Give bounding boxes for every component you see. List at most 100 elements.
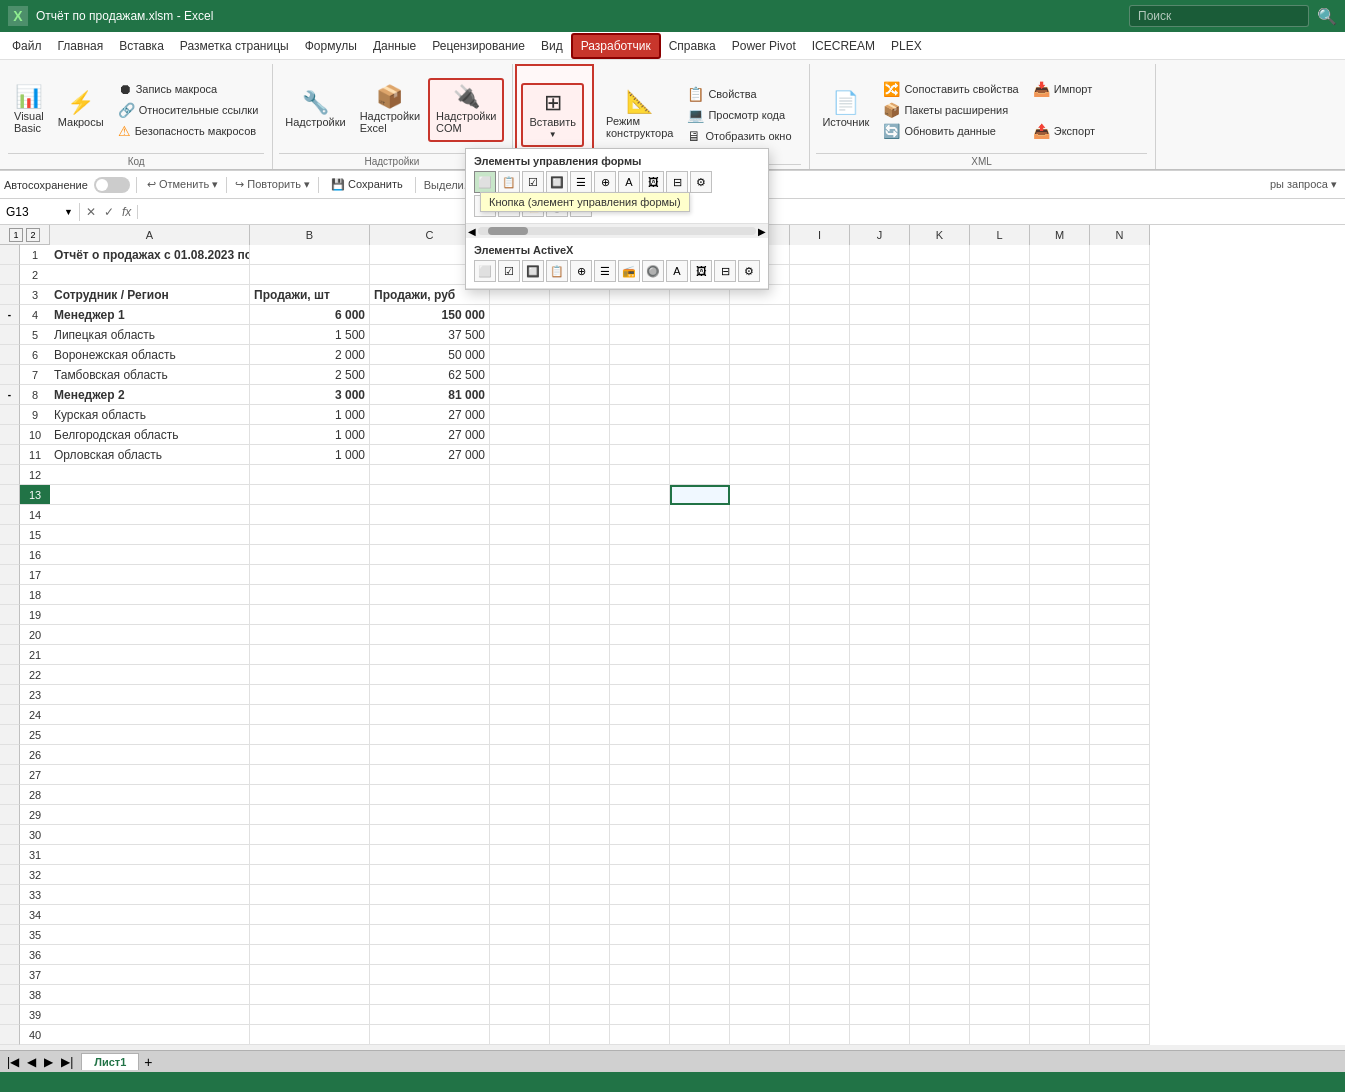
outline-marker-25[interactable] bbox=[0, 725, 20, 745]
scroll-right-btn[interactable]: ▶ bbox=[758, 226, 766, 237]
cell-C13[interactable] bbox=[370, 485, 490, 505]
cell-G34[interactable] bbox=[670, 905, 730, 925]
cell-N29[interactable] bbox=[1090, 805, 1150, 825]
cell-C6[interactable]: 50 000 bbox=[370, 345, 490, 365]
row-num-18[interactable]: 18 bbox=[20, 585, 50, 605]
cell-N6[interactable] bbox=[1090, 345, 1150, 365]
cell-H7[interactable] bbox=[730, 365, 790, 385]
cell-L25[interactable] bbox=[970, 725, 1030, 745]
cell-A40[interactable] bbox=[50, 1025, 250, 1045]
row-num-1[interactable]: 1 bbox=[20, 245, 50, 265]
cell-A15[interactable] bbox=[50, 525, 250, 545]
cell-K35[interactable] bbox=[910, 925, 970, 945]
activex-4[interactable]: 📋 bbox=[546, 260, 568, 282]
cell-K19[interactable] bbox=[910, 605, 970, 625]
cell-K15[interactable] bbox=[910, 525, 970, 545]
cell-K38[interactable] bbox=[910, 985, 970, 1005]
cell-B5[interactable]: 1 500 bbox=[250, 325, 370, 345]
row-num-12[interactable]: 12 bbox=[20, 465, 50, 485]
outline-marker-27[interactable] bbox=[0, 765, 20, 785]
cell-B18[interactable] bbox=[250, 585, 370, 605]
view-code-button[interactable]: 💻 Просмотр кода bbox=[681, 105, 801, 125]
col-header-l[interactable]: L bbox=[970, 225, 1030, 245]
cell-K12[interactable] bbox=[910, 465, 970, 485]
outline-marker-11[interactable] bbox=[0, 445, 20, 465]
cell-A3[interactable]: Сотрудник / Регион bbox=[50, 285, 250, 305]
row-num-7[interactable]: 7 bbox=[20, 365, 50, 385]
cell-N11[interactable] bbox=[1090, 445, 1150, 465]
row-num-24[interactable]: 24 bbox=[20, 705, 50, 725]
cell-K39[interactable] bbox=[910, 1005, 970, 1025]
cell-G14[interactable] bbox=[670, 505, 730, 525]
cell-B39[interactable] bbox=[250, 1005, 370, 1025]
row-num-19[interactable]: 19 bbox=[20, 605, 50, 625]
cell-C32[interactable] bbox=[370, 865, 490, 885]
cell-G23[interactable] bbox=[670, 685, 730, 705]
cell-D5[interactable] bbox=[490, 325, 550, 345]
outline-marker-31[interactable] bbox=[0, 845, 20, 865]
search-input[interactable] bbox=[1129, 5, 1309, 27]
cell-M39[interactable] bbox=[1030, 1005, 1090, 1025]
cell-I27[interactable] bbox=[790, 765, 850, 785]
cell-A30[interactable] bbox=[50, 825, 250, 845]
cell-F4[interactable] bbox=[610, 305, 670, 325]
cell-H6[interactable] bbox=[730, 345, 790, 365]
cell-H36[interactable] bbox=[730, 945, 790, 965]
cell-N7[interactable] bbox=[1090, 365, 1150, 385]
outline-level-2[interactable]: 2 bbox=[26, 228, 40, 242]
cell-G19[interactable] bbox=[670, 605, 730, 625]
cell-D4[interactable] bbox=[490, 305, 550, 325]
row-num-36[interactable]: 36 bbox=[20, 945, 50, 965]
cell-I17[interactable] bbox=[790, 565, 850, 585]
menu-developer[interactable]: Разработчик bbox=[571, 33, 661, 59]
cell-H29[interactable] bbox=[730, 805, 790, 825]
cell-E7[interactable] bbox=[550, 365, 610, 385]
cell-I9[interactable] bbox=[790, 405, 850, 425]
cell-J39[interactable] bbox=[850, 1005, 910, 1025]
cell-K20[interactable] bbox=[910, 625, 970, 645]
cell-L32[interactable] bbox=[970, 865, 1030, 885]
cell-E38[interactable] bbox=[550, 985, 610, 1005]
row-num-5[interactable]: 5 bbox=[20, 325, 50, 345]
row-num-14[interactable]: 14 bbox=[20, 505, 50, 525]
cell-D8[interactable] bbox=[490, 385, 550, 405]
cell-G6[interactable] bbox=[670, 345, 730, 365]
row-num-23[interactable]: 23 bbox=[20, 685, 50, 705]
row-num-32[interactable]: 32 bbox=[20, 865, 50, 885]
cell-E33[interactable] bbox=[550, 885, 610, 905]
cell-D11[interactable] bbox=[490, 445, 550, 465]
cell-B6[interactable]: 2 000 bbox=[250, 345, 370, 365]
cell-M29[interactable] bbox=[1030, 805, 1090, 825]
undo-button[interactable]: ↩ Отменить ▾ bbox=[143, 176, 222, 193]
outline-marker-24[interactable] bbox=[0, 705, 20, 725]
cell-I12[interactable] bbox=[790, 465, 850, 485]
cell-B7[interactable]: 2 500 bbox=[250, 365, 370, 385]
cell-K28[interactable] bbox=[910, 785, 970, 805]
cell-L21[interactable] bbox=[970, 645, 1030, 665]
cell-I31[interactable] bbox=[790, 845, 850, 865]
cell-L23[interactable] bbox=[970, 685, 1030, 705]
cell-K21[interactable] bbox=[910, 645, 970, 665]
cell-D17[interactable] bbox=[490, 565, 550, 585]
cell-B29[interactable] bbox=[250, 805, 370, 825]
cell-I1[interactable] bbox=[790, 245, 850, 265]
outline-marker-1[interactable] bbox=[0, 245, 20, 265]
cell-F28[interactable] bbox=[610, 785, 670, 805]
cell-M28[interactable] bbox=[1030, 785, 1090, 805]
cell-L27[interactable] bbox=[970, 765, 1030, 785]
cell-L26[interactable] bbox=[970, 745, 1030, 765]
cell-F27[interactable] bbox=[610, 765, 670, 785]
cell-B40[interactable] bbox=[250, 1025, 370, 1045]
cell-C37[interactable] bbox=[370, 965, 490, 985]
cell-A7[interactable]: Тамбовская область bbox=[50, 365, 250, 385]
cell-M22[interactable] bbox=[1030, 665, 1090, 685]
cell-F17[interactable] bbox=[610, 565, 670, 585]
cell-B3[interactable]: Продажи, шт bbox=[250, 285, 370, 305]
cell-L37[interactable] bbox=[970, 965, 1030, 985]
cell-G5[interactable] bbox=[670, 325, 730, 345]
cell-G21[interactable] bbox=[670, 645, 730, 665]
cell-L6[interactable] bbox=[970, 345, 1030, 365]
cell-M30[interactable] bbox=[1030, 825, 1090, 845]
cell-E18[interactable] bbox=[550, 585, 610, 605]
cell-K1[interactable] bbox=[910, 245, 970, 265]
